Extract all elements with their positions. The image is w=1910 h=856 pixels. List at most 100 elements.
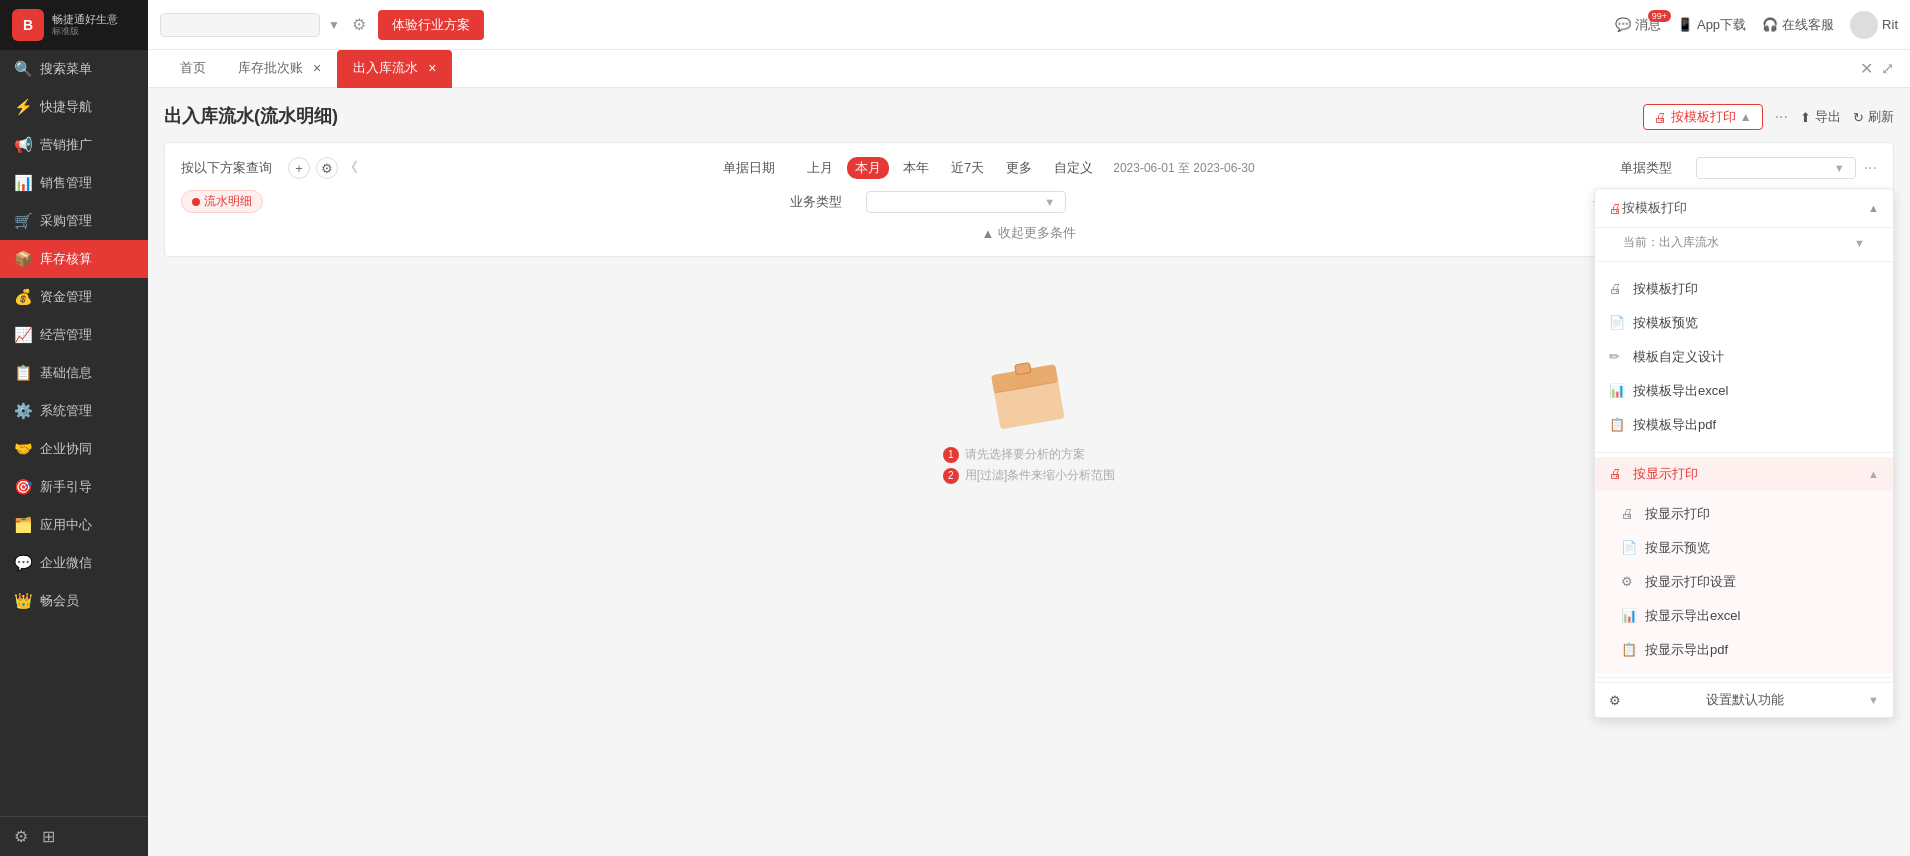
dropdown-item-template-export-pdf[interactable]: 📋 按模板导出pdf [1595,408,1893,442]
dropdown-item-template-print[interactable]: 🖨 按模板打印 [1595,272,1893,306]
sidebar-item-operations[interactable]: 📈 经营管理 [0,316,148,354]
settings-bottom-icon[interactable]: ⚙ [14,827,28,846]
toolbar: 🖨 按模板打印 ▲ ··· ⬆ 导出 ↻ 刷新 [1643,104,1894,130]
toolbar-dots[interactable]: ··· [1775,108,1788,126]
dropdown-item-display-print-header[interactable]: 🖨 按显示打印 ▲ [1595,457,1893,491]
user-profile-btn[interactable]: Rit [1850,11,1898,39]
sidebar-item-marketing[interactable]: 📢 营销推广 [0,126,148,164]
message-icon: 💬 [1615,17,1631,32]
window-close-btn[interactable]: ✕ [1860,59,1873,78]
doc-type-select[interactable]: ▼ [1696,157,1856,179]
window-maximize-btn[interactable]: ⤢ [1881,59,1894,78]
biz-type-select[interactable]: ▼ [866,191,1066,213]
filter-settings-btn[interactable]: ⚙ [316,157,338,179]
dropdown-item-display-print-settings[interactable]: ⚙ 按显示打印设置 [1607,565,1893,599]
sidebar-label: 销售管理 [40,174,92,192]
app-download-icon: 📱 [1677,17,1693,32]
sidebar-logo: B 畅捷通好生意 标准版 [0,0,148,50]
logo-icon: B [12,9,44,41]
filter-add-btn[interactable]: + [288,157,310,179]
tab-bar: 首页 库存批次账 × 出入库流水 × ✕ ⤢ [148,50,1910,88]
biz-type-arrow: ▼ [1044,196,1055,208]
finance-icon: 💰 [14,288,32,306]
tab-batch-account-close[interactable]: × [313,60,321,76]
collapse-sidebar-icon[interactable]: ⊞ [42,827,55,846]
dropdown-item-display-print[interactable]: 🖨 按显示打印 [1607,497,1893,531]
online-service-icon: 🎧 [1762,17,1778,32]
sidebar-item-wechat[interactable]: 💬 企业微信 [0,544,148,582]
empty-step-1: 1 请先选择要分析的方案 [943,446,1116,463]
user-name: Rit [1882,17,1898,32]
dropdown-item-display-preview[interactable]: 📄 按显示预览 [1607,531,1893,565]
dropdown-item-template-preview[interactable]: 📄 按模板预览 [1595,306,1893,340]
sidebar-item-inventory[interactable]: 📦 库存核算 [0,240,148,278]
app-download-btn[interactable]: 📱 App下载 [1677,16,1746,34]
dropdown-current[interactable]: 当前：出入库流水 ▼ [1595,228,1893,257]
date-opt-more[interactable]: 更多 [998,157,1040,179]
footer-arrow: ▼ [1868,694,1879,706]
settings-default-icon: ⚙ [1609,693,1621,708]
filter-row-top: 按以下方案查询 + ⚙ 《 单据日期 上月 本月 本年 近7天 更多 自定义 2… [181,157,1877,179]
filter-collapse-icon[interactable]: 《 [344,159,358,177]
date-opt-custom[interactable]: 自定义 [1046,157,1101,179]
search-input[interactable] [160,13,320,37]
dropdown-footer[interactable]: ⚙ 设置默认功能 ▼ [1595,682,1893,717]
settings-gear-icon[interactable]: ⚙ [352,15,366,34]
sidebar-item-purchase[interactable]: 🛒 采购管理 [0,202,148,240]
trial-btn[interactable]: 体验行业方案 [378,10,484,40]
sidebar-item-member[interactable]: 👑 畅会员 [0,582,148,620]
tab-flow[interactable]: 出入库流水 × [337,50,452,88]
content-area: 出入库流水(流水明细) 🖨 按模板打印 ▲ ··· ⬆ 导出 ↻ 刷新 按以下方… [148,88,1910,856]
display-section: 🖨 按显示打印 📄 按显示预览 ⚙ 按显示打印设置 📊 按显示导出excel 📋 [1595,491,1893,673]
empty-step-2: 2 用[过滤]条件来缩小分析范围 [943,467,1116,484]
step-num-1: 1 [943,447,959,463]
export-btn[interactable]: ⬆ 导出 [1800,108,1841,126]
collab-icon: 🤝 [14,440,32,458]
tab-home[interactable]: 首页 [164,50,222,88]
topbar: ▼ ⚙ 体验行业方案 💬 消息 99+ 📱 App下载 🎧 在线客服 Rit [148,0,1910,50]
template-print-btn[interactable]: 🖨 按模板打印 ▲ [1643,104,1763,130]
message-btn[interactable]: 💬 消息 99+ [1615,16,1661,34]
dropdown-item-display-export-excel[interactable]: 📊 按显示导出excel [1607,599,1893,633]
sidebar-item-sales[interactable]: 📊 销售管理 [0,164,148,202]
dropdown-item-display-export-pdf[interactable]: 📋 按显示导出pdf [1607,633,1893,667]
empty-step-1-text: 请先选择要分析的方案 [965,446,1085,463]
dropdown-item-label: 按模板导出excel [1633,382,1728,400]
dropdown-item-template-export-excel[interactable]: 📊 按模板导出excel [1595,374,1893,408]
dropdown-item-label: 按模板导出pdf [1633,416,1716,434]
date-opt-last-7-days[interactable]: 近7天 [943,157,992,179]
operations-icon: 📈 [14,326,32,344]
date-opt-current-month[interactable]: 本月 [847,157,889,179]
date-opt-last-month[interactable]: 上月 [799,157,841,179]
date-label: 单据日期 [723,159,783,177]
date-opt-current-year[interactable]: 本年 [895,157,937,179]
sidebar-item-quick-nav[interactable]: ⚡ 快捷导航 [0,88,148,126]
sidebar-item-basic[interactable]: 📋 基础信息 [0,354,148,392]
refresh-btn[interactable]: ↻ 刷新 [1853,108,1894,126]
tab-batch-account-label: 库存批次账 [238,59,303,77]
apps-icon: 🗂️ [14,516,32,534]
tab-batch-account[interactable]: 库存批次账 × [222,50,337,88]
print-label: 按模板打印 [1671,108,1736,126]
sidebar-label: 应用中心 [40,516,92,534]
date-options: 上月 本月 本年 近7天 更多 自定义 2023-06-01 至 2023-06… [799,157,1255,179]
marketing-icon: 📢 [14,136,32,154]
sidebar-item-finance[interactable]: 💰 资金管理 [0,278,148,316]
page-title: 出入库流水(流水明细) [164,104,1894,128]
sidebar-item-apps[interactable]: 🗂️ 应用中心 [0,506,148,544]
sidebar-item-guide[interactable]: 🎯 新手引导 [0,468,148,506]
main-area: ▼ ⚙ 体验行业方案 💬 消息 99+ 📱 App下载 🎧 在线客服 Rit [148,0,1910,856]
guide-icon: 🎯 [14,478,32,496]
doc-type-more[interactable]: ··· [1864,159,1877,177]
print-dropdown-arrow[interactable]: ▲ [1740,110,1752,124]
search-dropdown-arrow[interactable]: ▼ [328,18,340,32]
online-service-btn[interactable]: 🎧 在线客服 [1762,16,1834,34]
sidebar-item-collab[interactable]: 🤝 企业协同 [0,430,148,468]
dropdown-header[interactable]: 🖨 按模板打印 ▲ [1595,189,1893,228]
tab-flow-close[interactable]: × [428,60,436,76]
logo-text: 畅捷通好生意 标准版 [52,12,118,38]
sidebar-item-system[interactable]: ⚙️ 系统管理 [0,392,148,430]
dropdown-item-template-custom[interactable]: ✏ 模板自定义设计 [1595,340,1893,374]
dropdown-item-label: 按显示预览 [1645,539,1710,557]
sidebar-item-search[interactable]: 🔍 搜索菜单 [0,50,148,88]
